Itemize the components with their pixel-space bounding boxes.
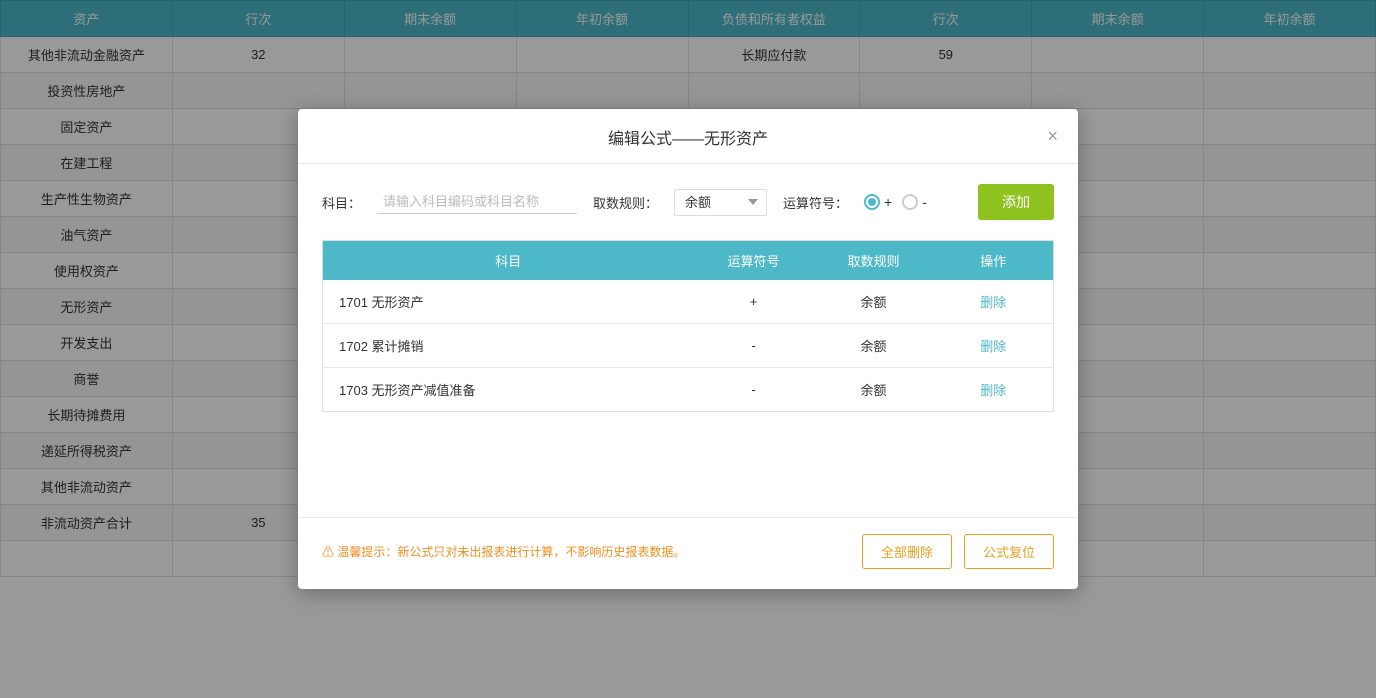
- formula-row-1: 1701 无形资产 + 余额 删除: [323, 280, 1054, 324]
- add-button[interactable]: 添加: [978, 184, 1054, 220]
- col-subject: 科目: [323, 241, 694, 281]
- formula-row-2-rule: 余额: [814, 324, 934, 368]
- formula-row-1-action: 删除: [934, 280, 1054, 324]
- formula-row-2-action: 删除: [934, 324, 1054, 368]
- modal-footer: ⚠ 温馨提示：新公式只对未出报表进行计算，不影响历史报表数据。 全部删除 公式复…: [298, 517, 1078, 589]
- footer-actions: 全部删除 公式复位: [862, 534, 1054, 569]
- subject-input[interactable]: [377, 190, 577, 214]
- modal-close-button[interactable]: ×: [1043, 123, 1062, 149]
- modal-body: 科目： 取数规则： 余额 借方 贷方 借方累计 贷方累计 运算符号：: [298, 164, 1078, 517]
- operator-label: 运算符号：: [783, 193, 848, 212]
- delete-all-button[interactable]: 全部删除: [862, 534, 952, 569]
- formula-row-3-operator: -: [694, 368, 814, 412]
- rule-select[interactable]: 余额 借方 贷方 借方累计 贷方累计: [674, 189, 767, 216]
- footer-tip-icon: ⚠: [322, 545, 334, 559]
- formula-row-2: 1702 累计摊销 - 余额 删除: [323, 324, 1054, 368]
- modal-header: 编辑公式——无形资产 ×: [298, 109, 1078, 164]
- radio-plus[interactable]: +: [864, 194, 892, 210]
- radio-minus[interactable]: -: [902, 194, 927, 210]
- formula-row-1-subject: 1701 无形资产: [323, 280, 694, 324]
- footer-tip-text: 温馨提示：新公式只对未出报表进行计算，不影响历史报表数据。: [337, 545, 685, 559]
- delete-button-3[interactable]: 删除: [980, 380, 1006, 399]
- radio-plus-circle: [864, 194, 880, 210]
- formula-row-1-operator: +: [694, 280, 814, 324]
- formula-row-3: 1703 无形资产减值准备 - 余额 删除: [323, 368, 1054, 412]
- col-action: 操作: [934, 241, 1054, 281]
- delete-button-1[interactable]: 删除: [980, 292, 1006, 311]
- footer-tip: ⚠ 温馨提示：新公式只对未出报表进行计算，不影响历史报表数据。: [322, 543, 685, 560]
- formula-row-3-action: 删除: [934, 368, 1054, 412]
- col-operator: 运算符号: [694, 241, 814, 281]
- rule-select-wrapper: 余额 借方 贷方 借方累计 贷方累计: [674, 189, 767, 216]
- modal-overlay: 编辑公式——无形资产 × 科目： 取数规则： 余额 借方 贷方 借方累计 贷方累…: [0, 0, 1376, 698]
- form-row: 科目： 取数规则： 余额 借方 贷方 借方累计 贷方累计 运算符号：: [322, 184, 1054, 220]
- formula-row-3-subject: 1703 无形资产减值准备: [323, 368, 694, 412]
- formula-table: 科目 运算符号 取数规则 操作 1701 无形资产 + 余额 删除: [322, 240, 1054, 412]
- rule-label: 取数规则：: [593, 193, 658, 212]
- col-rule: 取数规则: [814, 241, 934, 281]
- radio-minus-circle: [902, 194, 918, 210]
- formula-row-2-operator: -: [694, 324, 814, 368]
- formula-row-3-rule: 余额: [814, 368, 934, 412]
- subject-label: 科目：: [322, 193, 361, 212]
- modal-title: 编辑公式——无形资产: [608, 125, 768, 149]
- radio-minus-label: -: [922, 194, 927, 210]
- formula-row-1-rule: 余额: [814, 280, 934, 324]
- delete-button-2[interactable]: 删除: [980, 336, 1006, 355]
- formula-row-2-subject: 1702 累计摊销: [323, 324, 694, 368]
- reset-button[interactable]: 公式复位: [964, 534, 1054, 569]
- formula-table-header: 科目 运算符号 取数规则 操作: [323, 241, 1054, 281]
- operator-group: + -: [864, 194, 927, 210]
- modal-dialog: 编辑公式——无形资产 × 科目： 取数规则： 余额 借方 贷方 借方累计 贷方累…: [298, 109, 1078, 589]
- radio-plus-label: +: [884, 194, 892, 210]
